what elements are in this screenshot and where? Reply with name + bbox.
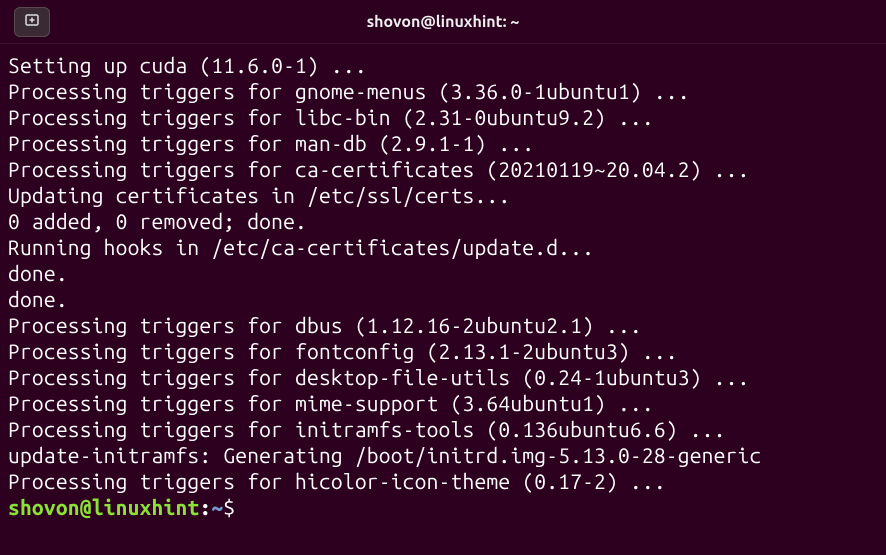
terminal-line: 0 added, 0 removed; done. — [8, 208, 878, 234]
terminal-line: Processing triggers for hicolor-icon-the… — [8, 468, 878, 494]
terminal-line: Processing triggers for man-db (2.9.1-1)… — [8, 130, 878, 156]
terminal-line: Processing triggers for dbus (1.12.16-2u… — [8, 312, 878, 338]
new-tab-icon — [24, 12, 40, 32]
terminal-line: Processing triggers for desktop-file-uti… — [8, 364, 878, 390]
terminal-line: Setting up cuda (11.6.0-1) ... — [8, 52, 878, 78]
window-titlebar: shovon@linuxhint: ~ — [0, 0, 886, 44]
prompt-symbol: $ — [223, 495, 235, 519]
prompt-space — [235, 495, 247, 519]
terminal-line: Processing triggers for libc-bin (2.31-0… — [8, 104, 878, 130]
terminal-line: Running hooks in /etc/ca-certificates/up… — [8, 234, 878, 260]
prompt-user-host: shovon@linuxhint — [8, 495, 199, 519]
terminal-line: Processing triggers for ca-certificates … — [8, 156, 878, 182]
terminal-line: Updating certificates in /etc/ssl/certs.… — [8, 182, 878, 208]
terminal-line: Processing triggers for fontconfig (2.13… — [8, 338, 878, 364]
terminal-line: done. — [8, 286, 878, 312]
prompt-path: ~ — [211, 495, 223, 519]
terminal-output[interactable]: Setting up cuda (11.6.0-1) ... Processin… — [0, 44, 886, 528]
terminal-line: done. — [8, 260, 878, 286]
terminal-line: Processing triggers for mime-support (3.… — [8, 390, 878, 416]
terminal-line: Processing triggers for initramfs-tools … — [8, 416, 878, 442]
terminal-prompt[interactable]: shovon@linuxhint:~$ — [8, 494, 878, 520]
terminal-line: update-initramfs: Generating /boot/initr… — [8, 442, 878, 468]
window-title: shovon@linuxhint: ~ — [367, 13, 520, 31]
terminal-line: Processing triggers for gnome-menus (3.3… — [8, 78, 878, 104]
terminal-cursor — [247, 497, 258, 519]
new-tab-button[interactable] — [14, 7, 50, 37]
prompt-colon: : — [199, 495, 211, 519]
